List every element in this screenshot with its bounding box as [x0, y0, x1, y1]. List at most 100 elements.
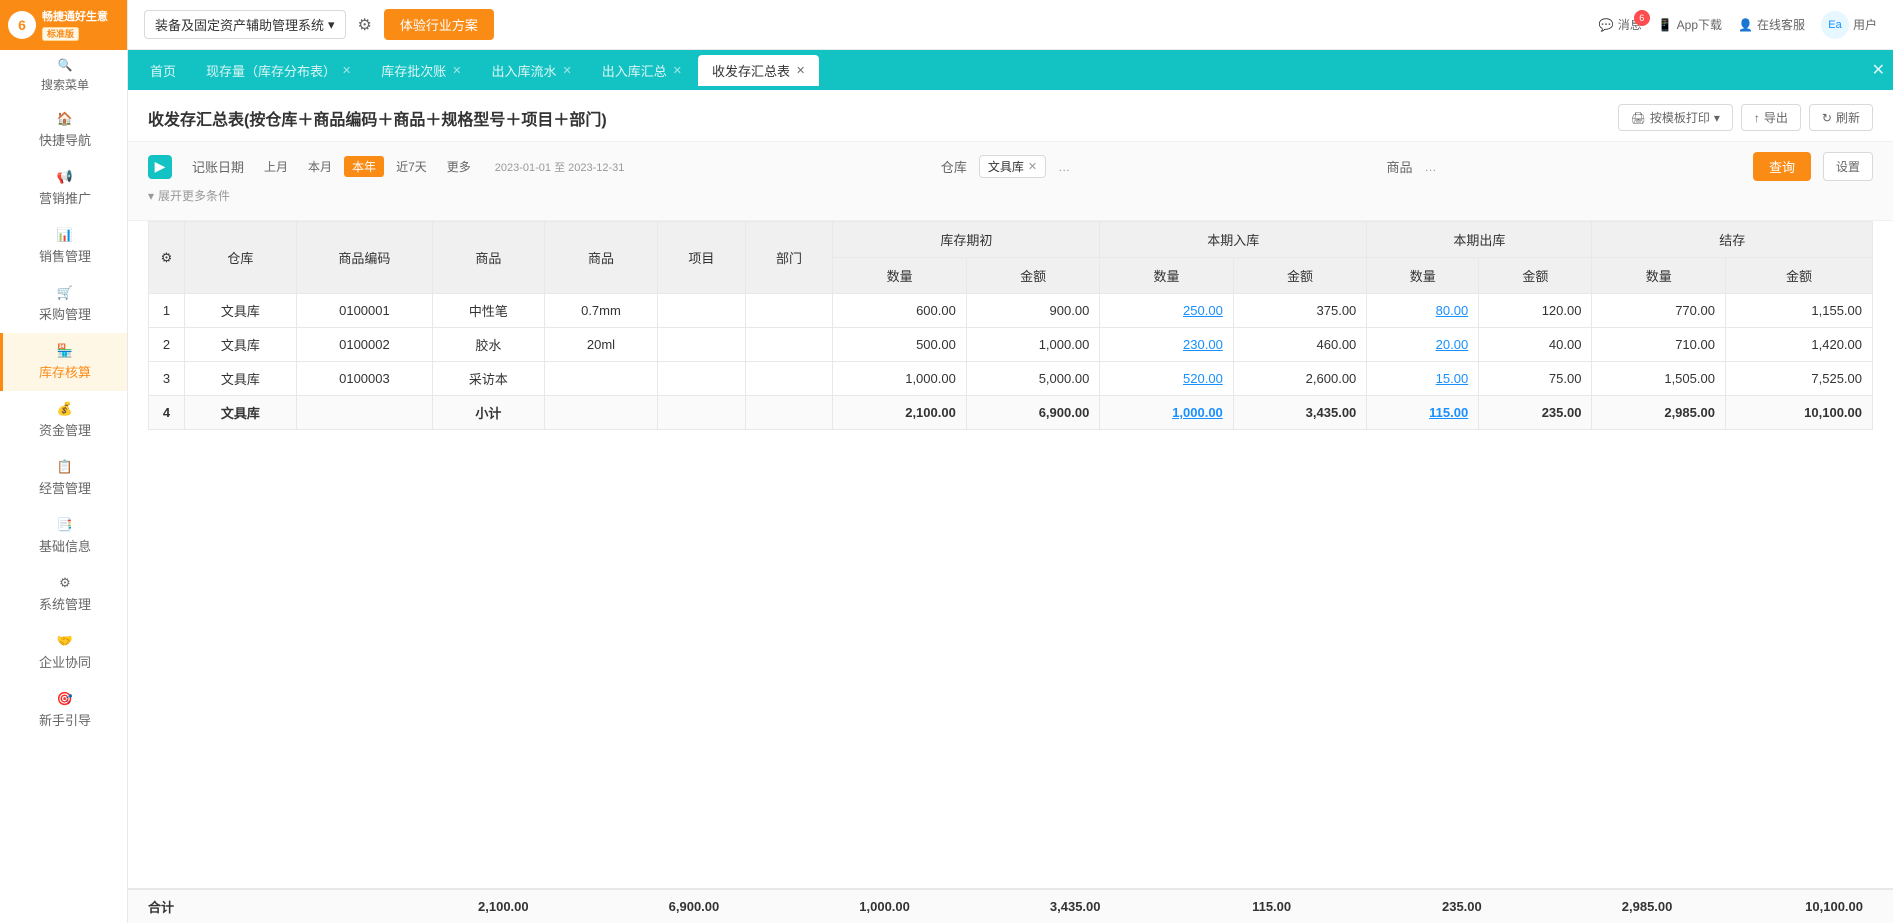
sidebar-item-search[interactable]: 🔍 搜索菜单 [0, 50, 127, 101]
inventory-icon: 🏪 [57, 343, 73, 359]
inventory-table: ⚙ 仓库 商品编码 商品 商品 项目 部门 库存期初 本期入库 本期出库 结存 … [148, 221, 1873, 430]
row-warehouse: 文具库 [185, 362, 297, 396]
print-button[interactable]: 🖨 按模板打印 ▾ [1618, 104, 1733, 131]
gear-icon[interactable]: ⚙ [358, 15, 372, 35]
sidebar-item-quicknav[interactable]: 🏠 快捷导航 [0, 101, 127, 159]
warehouse-tag-close[interactable]: ✕ [1028, 160, 1037, 173]
tab-batch[interactable]: 库存批次账 ✕ [367, 55, 475, 86]
print-label: 按模板打印 [1650, 109, 1710, 126]
out-qty-link[interactable]: 80.00 [1436, 303, 1469, 318]
tab-close-icon[interactable]: ✕ [673, 64, 682, 77]
tab-close-icon[interactable]: ✕ [563, 64, 572, 77]
subtotal-out-link[interactable]: 115.00 [1429, 405, 1468, 420]
row-project [658, 294, 746, 328]
main-content: 收发存汇总表(按仓库＋商品编码＋商品＋规格型号＋项目＋部门) 🖨 按模板打印 ▾… [128, 90, 1893, 888]
row-out-amt: 75.00 [1479, 362, 1592, 396]
row-in-qty[interactable]: 250.00 [1100, 294, 1233, 328]
sidebar-item-marketing[interactable]: 📢 营销推广 [0, 159, 127, 217]
system-name: 装备及固定资产辅助管理系统 [155, 15, 324, 34]
close-all-tabs-button[interactable]: ✕ [1872, 60, 1885, 80]
marketing-icon: 📢 [57, 169, 73, 185]
row-in-amt: 375.00 [1233, 294, 1366, 328]
tab-close-icon[interactable]: ✕ [452, 64, 461, 77]
filter-toggle[interactable]: ▶ [148, 155, 172, 179]
system-selector[interactable]: 装备及固定资产辅助管理系统 ▾ [144, 10, 346, 39]
row-out-qty[interactable]: 80.00 [1367, 294, 1479, 328]
row-name: 胶水 [432, 328, 544, 362]
out-qty-link[interactable]: 15.00 [1436, 371, 1469, 386]
app-download-button[interactable]: 📱 App下载 [1658, 16, 1722, 33]
export-button[interactable]: ↑ 导出 [1741, 104, 1801, 131]
sidebar-item-purchase[interactable]: 🛒 采购管理 [0, 275, 127, 333]
date-btn-last-month[interactable]: 上月 [256, 156, 296, 177]
user-menu[interactable]: Ea 用户 [1821, 11, 1877, 39]
tab-inout-summary[interactable]: 出入库汇总 ✕ [588, 55, 696, 86]
sidebar-item-label: 经营管理 [39, 478, 91, 497]
settings-button[interactable]: 设置 [1823, 152, 1873, 181]
newbie-icon: 🎯 [57, 691, 73, 707]
tab-label: 收发存汇总表 [712, 61, 790, 80]
footer-values: 2,100.00 6,900.00 1,000.00 3,435.00 115.… [348, 899, 1873, 914]
basic-icon: 📑 [57, 517, 73, 533]
th-setting[interactable]: ⚙ [149, 222, 185, 294]
sidebar-item-enterprise[interactable]: 🤝 企业协同 [0, 623, 127, 681]
row-out-qty[interactable]: 20.00 [1367, 328, 1479, 362]
row-in-qty[interactable]: 520.00 [1100, 362, 1233, 396]
subtotal-init-amt: 6,900.00 [966, 396, 1099, 430]
tab-close-icon[interactable]: ✕ [796, 64, 805, 77]
sidebar-item-sales[interactable]: 📊 销售管理 [0, 217, 127, 275]
sidebar-item-finance[interactable]: 💰 资金管理 [0, 391, 127, 449]
query-button[interactable]: 查询 [1753, 152, 1811, 181]
row-out-qty[interactable]: 15.00 [1367, 362, 1479, 396]
row-in-qty[interactable]: 230.00 [1100, 328, 1233, 362]
subtotal-num: 4 [149, 396, 185, 430]
subtotal-row: 4 文具库 小计 2,100.00 6,900.00 1,000.00 3,43… [149, 396, 1873, 430]
sidebar-item-basic[interactable]: 📑 基础信息 [0, 507, 127, 565]
msg-button[interactable]: 💬 消息 6 [1599, 16, 1642, 33]
table-row: 3 文具库 0100003 采访本 1,000.00 5,000.00 520.… [149, 362, 1873, 396]
sidebar-item-inventory[interactable]: 🏪 库存核算 [0, 333, 127, 391]
tab-home[interactable]: 首页 [136, 55, 190, 86]
tab-close-icon[interactable]: ✕ [342, 64, 351, 77]
refresh-button[interactable]: ↻ 刷新 [1809, 104, 1873, 131]
footer-total-label: 合计 [148, 897, 348, 916]
footer-bal-amt: 10,100.00 [1682, 899, 1873, 914]
out-qty-link[interactable]: 20.00 [1436, 337, 1469, 352]
filter-bar: ▶ 记账日期 上月 本月 本年 近7天 更多 2023-01-01 至 2023… [128, 142, 1893, 221]
sidebar-item-operations[interactable]: 📋 经营管理 [0, 449, 127, 507]
table-row: 1 文具库 0100001 中性笔 0.7mm 600.00 900.00 25… [149, 294, 1873, 328]
tab-flow[interactable]: 出入库流水 ✕ [477, 55, 585, 86]
sidebar-item-system[interactable]: ⚙ 系统管理 [0, 565, 127, 623]
date-btn-this-month[interactable]: 本月 [300, 156, 340, 177]
tab-label: 出入库流水 [491, 61, 556, 80]
trial-button[interactable]: 体验行业方案 [384, 9, 494, 40]
th-out-qty: 数量 [1367, 258, 1479, 294]
search-icon: 🔍 [58, 58, 73, 72]
warehouse-more[interactable]: … [1058, 160, 1070, 174]
in-qty-link[interactable]: 520.00 [1183, 371, 1223, 386]
online-service-button[interactable]: 👤 在线客服 [1738, 16, 1805, 33]
system-icon: ⚙ [59, 575, 71, 591]
sidebar-item-newbie[interactable]: 🎯 新手引导 [0, 681, 127, 739]
service-label: 在线客服 [1757, 16, 1805, 33]
print-icon: 🖨 [1631, 111, 1646, 125]
in-qty-link[interactable]: 250.00 [1183, 303, 1223, 318]
tab-stock-dist[interactable]: 现存量（库存分布表） ✕ [192, 55, 365, 86]
th-in: 本期入库 [1100, 222, 1367, 258]
in-qty-link[interactable]: 230.00 [1183, 337, 1223, 352]
date-btn-7days[interactable]: 近7天 [388, 156, 435, 177]
row-name: 中性笔 [432, 294, 544, 328]
date-btn-this-year[interactable]: 本年 [344, 156, 384, 177]
sidebar-item-label: 营销推广 [39, 188, 91, 207]
expand-more-toggle[interactable]: ▾ 展开更多条件 [148, 181, 1873, 210]
goods-more[interactable]: … [1425, 160, 1437, 174]
tab-recv-send-summary[interactable]: 收发存汇总表 ✕ [698, 55, 819, 86]
filter-row-1: ▶ 记账日期 上月 本月 本年 近7天 更多 2023-01-01 至 2023… [148, 152, 1873, 181]
subtotal-out-qty[interactable]: 115.00 [1367, 396, 1479, 430]
date-range-display: 2023-01-01 至 2023-12-31 [495, 159, 625, 175]
subtotal-in-link[interactable]: 1,000.00 [1172, 405, 1223, 420]
row-in-amt: 2,600.00 [1233, 362, 1366, 396]
subtotal-in-qty[interactable]: 1,000.00 [1100, 396, 1233, 430]
date-btn-more[interactable]: 更多 [439, 156, 479, 177]
msg-icon: 💬 [1599, 18, 1614, 32]
